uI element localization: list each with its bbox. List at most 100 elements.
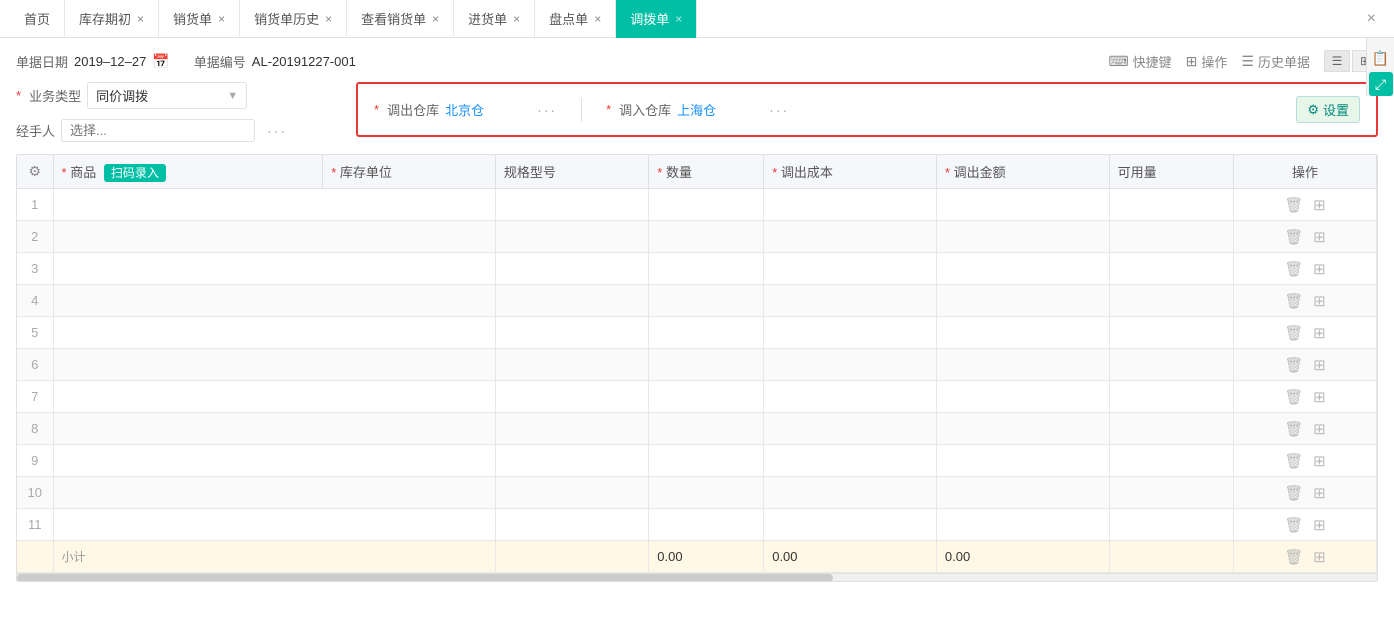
row-delete-2-button[interactable]: 🗑 bbox=[1284, 228, 1303, 246]
row-qty-4[interactable] bbox=[649, 285, 764, 317]
history-button[interactable]: ☰ 历史单据 bbox=[1241, 52, 1310, 71]
row-qty-3[interactable] bbox=[649, 253, 764, 285]
panel-doc-icon[interactable]: 📋 bbox=[1369, 46, 1393, 70]
tab-transfer-close[interactable]: × bbox=[675, 12, 682, 26]
col-settings[interactable]: ⚙ bbox=[17, 155, 53, 189]
person-input[interactable] bbox=[61, 119, 255, 142]
scroll-bar[interactable] bbox=[17, 573, 1377, 581]
row-delete-5-button[interactable]: 🗑 bbox=[1284, 324, 1303, 342]
row-spec-8[interactable] bbox=[495, 413, 648, 445]
row-spec-9[interactable] bbox=[495, 445, 648, 477]
tab-home[interactable]: 首页 bbox=[10, 0, 65, 38]
row-cost-7[interactable] bbox=[764, 381, 937, 413]
row-delete-3-button[interactable]: 🗑 bbox=[1284, 260, 1303, 278]
row-amount-11[interactable] bbox=[936, 509, 1109, 541]
row-amount-8[interactable] bbox=[936, 413, 1109, 445]
subtotal-copy-button[interactable]: ⊞ bbox=[1313, 548, 1326, 566]
row-copy-10-button[interactable]: ⊞ bbox=[1313, 484, 1326, 502]
operate-button[interactable]: ⊞ 操作 bbox=[1186, 52, 1228, 71]
scan-entry-button[interactable]: 扫码录入 bbox=[104, 164, 166, 182]
row-delete-11-button[interactable]: 🗑 bbox=[1284, 516, 1303, 534]
row-cost-11[interactable] bbox=[764, 509, 937, 541]
row-spec-2[interactable] bbox=[495, 221, 648, 253]
row-qty-11[interactable] bbox=[649, 509, 764, 541]
row-amount-7[interactable] bbox=[936, 381, 1109, 413]
in-warehouse-more-button[interactable]: ··· bbox=[769, 102, 789, 118]
col-settings-icon[interactable]: ⚙ bbox=[28, 163, 41, 179]
row-spec-4[interactable] bbox=[495, 285, 648, 317]
row-qty-9[interactable] bbox=[649, 445, 764, 477]
row-qty-2[interactable] bbox=[649, 221, 764, 253]
row-copy-3-button[interactable]: ⊞ bbox=[1313, 260, 1326, 278]
row-amount-2[interactable] bbox=[936, 221, 1109, 253]
row-spec-1[interactable] bbox=[495, 189, 648, 221]
row-product-4[interactable] bbox=[53, 285, 495, 317]
tab-purchase[interactable]: 进货单 × bbox=[454, 0, 535, 38]
row-cost-10[interactable] bbox=[764, 477, 937, 509]
row-product-3[interactable] bbox=[53, 253, 495, 285]
tab-purchase-close[interactable]: × bbox=[513, 12, 520, 26]
shortcut-button[interactable]: ⌨ 快捷键 bbox=[1108, 52, 1171, 71]
tab-inventory-check[interactable]: 盘点单 × bbox=[535, 0, 616, 38]
row-delete-7-button[interactable]: 🗑 bbox=[1284, 388, 1303, 406]
row-qty-10[interactable] bbox=[649, 477, 764, 509]
row-amount-3[interactable] bbox=[936, 253, 1109, 285]
row-delete-8-button[interactable]: 🗑 bbox=[1284, 420, 1303, 438]
row-amount-4[interactable] bbox=[936, 285, 1109, 317]
calendar-icon[interactable]: 📅 bbox=[152, 53, 169, 70]
tab-inventory-init-close[interactable]: × bbox=[137, 12, 144, 26]
row-copy-8-button[interactable]: ⊞ bbox=[1313, 420, 1326, 438]
row-product-7[interactable] bbox=[53, 381, 495, 413]
row-product-6[interactable] bbox=[53, 349, 495, 381]
row-amount-10[interactable] bbox=[936, 477, 1109, 509]
row-product-11[interactable] bbox=[53, 509, 495, 541]
row-cost-5[interactable] bbox=[764, 317, 937, 349]
row-cost-1[interactable] bbox=[764, 189, 937, 221]
row-delete-10-button[interactable]: 🗑 bbox=[1284, 484, 1303, 502]
panel-expand-icon[interactable]: ⤢ bbox=[1369, 72, 1393, 96]
row-spec-11[interactable] bbox=[495, 509, 648, 541]
row-copy-4-button[interactable]: ⊞ bbox=[1313, 292, 1326, 310]
business-type-select[interactable]: 同价调拨 ▼ bbox=[87, 82, 247, 109]
row-cost-2[interactable] bbox=[764, 221, 937, 253]
tab-view-sales-close[interactable]: × bbox=[432, 12, 439, 26]
row-spec-6[interactable] bbox=[495, 349, 648, 381]
row-amount-9[interactable] bbox=[936, 445, 1109, 477]
layout-btn-list[interactable]: ☰ bbox=[1324, 50, 1350, 72]
row-copy-2-button[interactable]: ⊞ bbox=[1313, 228, 1326, 246]
tab-sales-history-close[interactable]: × bbox=[325, 12, 332, 26]
tab-inventory-init[interactable]: 库存期初 × bbox=[65, 0, 159, 38]
tab-inventory-check-close[interactable]: × bbox=[594, 12, 601, 26]
row-qty-6[interactable] bbox=[649, 349, 764, 381]
person-more-button[interactable]: ··· bbox=[267, 123, 287, 139]
row-copy-11-button[interactable]: ⊞ bbox=[1313, 516, 1326, 534]
row-copy-9-button[interactable]: ⊞ bbox=[1313, 452, 1326, 470]
row-cost-6[interactable] bbox=[764, 349, 937, 381]
row-product-9[interactable] bbox=[53, 445, 495, 477]
row-qty-1[interactable] bbox=[649, 189, 764, 221]
row-delete-9-button[interactable]: 🗑 bbox=[1284, 452, 1303, 470]
row-copy-1-button[interactable]: ⊞ bbox=[1313, 196, 1326, 214]
row-copy-5-button[interactable]: ⊞ bbox=[1313, 324, 1326, 342]
row-delete-4-button[interactable]: 🗑 bbox=[1284, 292, 1303, 310]
row-spec-5[interactable] bbox=[495, 317, 648, 349]
row-copy-7-button[interactable]: ⊞ bbox=[1313, 388, 1326, 406]
row-delete-1-button[interactable]: 🗑 bbox=[1284, 196, 1303, 214]
row-product-8[interactable] bbox=[53, 413, 495, 445]
row-delete-6-button[interactable]: 🗑 bbox=[1284, 356, 1303, 374]
row-cost-4[interactable] bbox=[764, 285, 937, 317]
tab-view-sales[interactable]: 查看销货单 × bbox=[347, 0, 454, 38]
row-qty-7[interactable] bbox=[649, 381, 764, 413]
row-copy-6-button[interactable]: ⊞ bbox=[1313, 356, 1326, 374]
row-cost-8[interactable] bbox=[764, 413, 937, 445]
row-amount-1[interactable] bbox=[936, 189, 1109, 221]
tab-sales-order-close[interactable]: × bbox=[218, 12, 225, 26]
out-warehouse-more-button[interactable]: ··· bbox=[537, 102, 557, 118]
row-cost-9[interactable] bbox=[764, 445, 937, 477]
tab-sales-history[interactable]: 销货单历史 × bbox=[240, 0, 347, 38]
window-close-button[interactable]: × bbox=[1359, 10, 1384, 28]
row-qty-5[interactable] bbox=[649, 317, 764, 349]
row-spec-10[interactable] bbox=[495, 477, 648, 509]
row-spec-7[interactable] bbox=[495, 381, 648, 413]
tab-sales-order[interactable]: 销货单 × bbox=[159, 0, 240, 38]
